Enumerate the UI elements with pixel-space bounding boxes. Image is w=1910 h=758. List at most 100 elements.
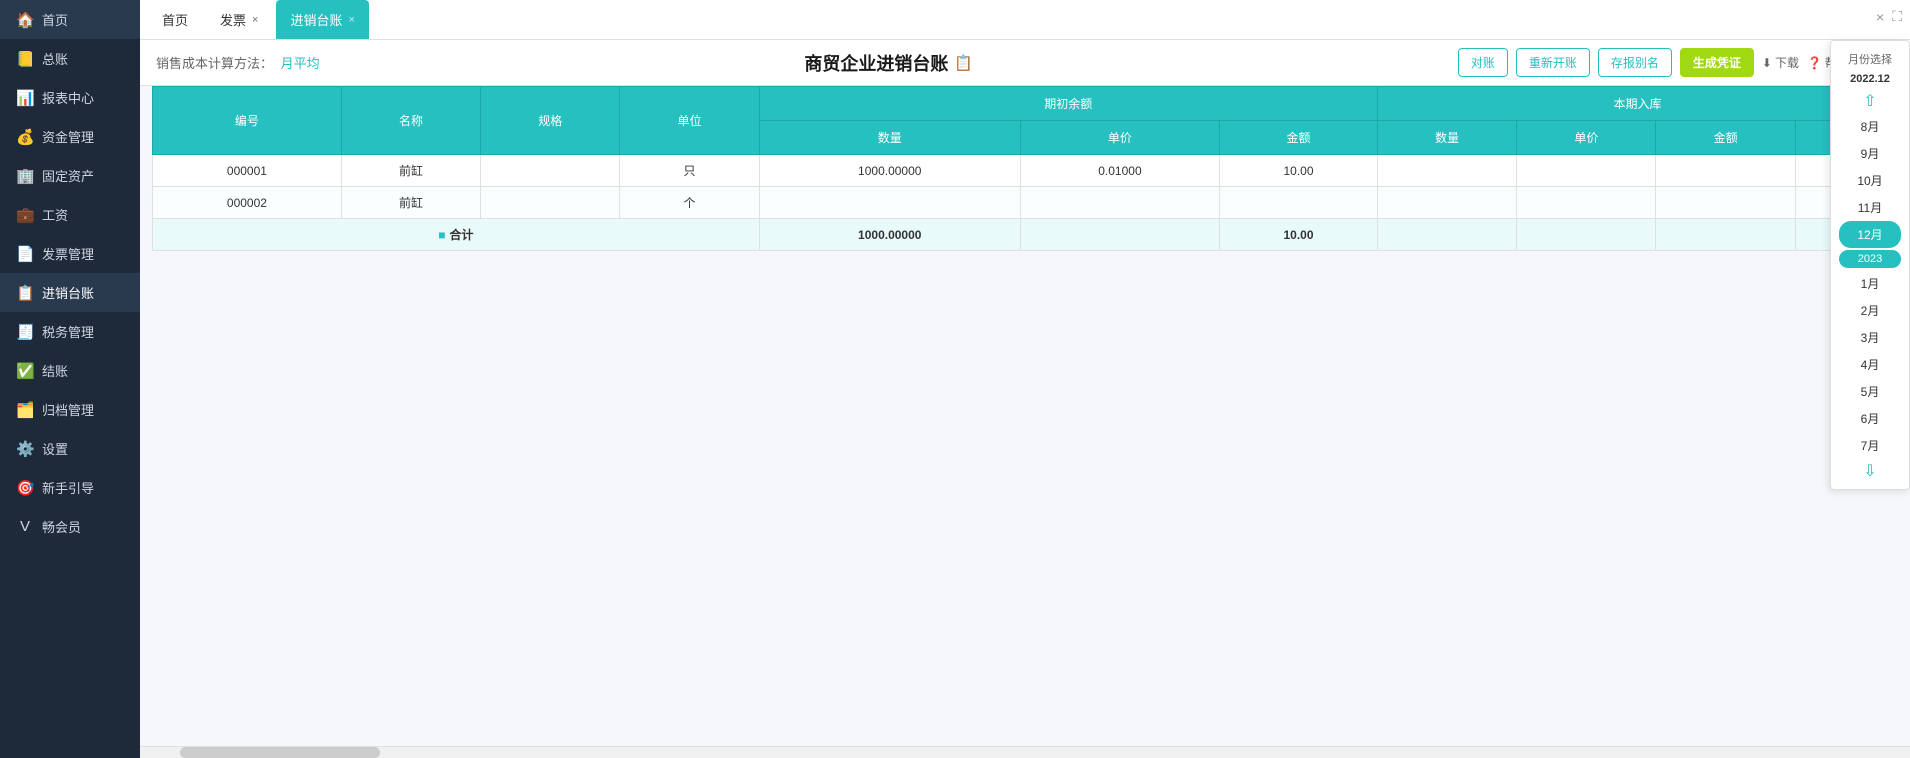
reconcile-button[interactable]: 对账 xyxy=(1458,48,1508,77)
sidebar-label-archive: 归档管理 xyxy=(42,400,94,419)
sidebar-item-home[interactable]: 🏠 首页 xyxy=(0,0,140,39)
info-icon[interactable]: 📋 xyxy=(954,54,973,72)
month-5[interactable]: 5月 xyxy=(1831,378,1909,405)
reopen-button[interactable]: 重新开账 xyxy=(1516,48,1590,77)
sidebar-item-ledger[interactable]: 📒 总账 xyxy=(0,39,140,78)
col-group-opening: 期初余额 xyxy=(759,87,1377,121)
purchase-sales-icon: 📋 xyxy=(16,284,34,302)
tab-home[interactable]: 首页 xyxy=(148,0,202,39)
sidebar-item-assets[interactable]: 🏢 固定资产 xyxy=(0,156,140,195)
cell-spec xyxy=(481,155,620,187)
horizontal-scrollbar[interactable] xyxy=(140,746,1910,758)
sidebar-item-invoice-mgmt[interactable]: 📄 发票管理 xyxy=(0,234,140,273)
month-10[interactable]: 10月 xyxy=(1831,167,1909,194)
month-6[interactable]: 6月 xyxy=(1831,405,1909,432)
total-row: ■合计 1000.00000 10.00 xyxy=(153,219,1898,251)
cell-in-amount xyxy=(1656,187,1795,219)
month-8[interactable]: 8月 xyxy=(1831,113,1909,140)
sidebar-item-closing[interactable]: ✅ 结账 xyxy=(0,351,140,390)
fullscreen-button[interactable]: ⛶ xyxy=(1892,8,1902,25)
col-opening-price: 单价 xyxy=(1020,121,1219,155)
cell-unit: 个 xyxy=(620,187,759,219)
cell-spec xyxy=(481,187,620,219)
table-container[interactable]: 编号 名称 规格 单位 期初余额 本期入库 数量 单价 金额 数量 单价 金额 xyxy=(140,86,1910,746)
sidebar-item-settings[interactable]: ⚙️ 设置 xyxy=(0,429,140,468)
table-row: 000002 前缸 个 xyxy=(153,187,1898,219)
sidebar-item-finance[interactable]: 💰 资金管理 xyxy=(0,117,140,156)
cost-method-section: 销售成本计算方法： 月平均 xyxy=(156,53,320,72)
col-in-qty: 数量 xyxy=(1377,121,1516,155)
month-12[interactable]: 12月 xyxy=(1839,221,1901,248)
cell-id: 000001 xyxy=(153,155,342,187)
sidebar-label-invoice-mgmt: 发票管理 xyxy=(42,244,94,263)
invoice-mgmt-icon: 📄 xyxy=(16,245,34,263)
year-2023-badge: 2023 xyxy=(1839,250,1901,268)
cell-unit: 只 xyxy=(620,155,759,187)
sidebar-item-salary[interactable]: 💼 工资 xyxy=(0,195,140,234)
sidebar-item-guide[interactable]: 🎯 新手引导 xyxy=(0,468,140,507)
tabs-bar: 首页 发票 × 进销台账 × xyxy=(140,0,1910,40)
member-icon: V xyxy=(16,518,34,535)
month-4[interactable]: 4月 xyxy=(1831,351,1909,378)
sidebar-label-assets: 固定资产 xyxy=(42,166,94,185)
cell-opening-price: 0.01000 xyxy=(1020,155,1219,187)
sidebar-label-tax: 税务管理 xyxy=(42,322,94,341)
cell-opening-qty xyxy=(759,187,1020,219)
tab-purchase-sales-label: 进销台账 xyxy=(290,10,342,29)
cost-method-value: 月平均 xyxy=(281,56,320,71)
month-9[interactable]: 9月 xyxy=(1831,140,1909,167)
guide-icon: 🎯 xyxy=(16,479,34,497)
sidebar-label-finance: 资金管理 xyxy=(42,127,94,146)
col-in-amount: 金额 xyxy=(1656,121,1795,155)
total-in-price xyxy=(1517,219,1656,251)
sidebar-item-tax[interactable]: 🧾 税务管理 xyxy=(0,312,140,351)
generate-voucher-button[interactable]: 生成凭证 xyxy=(1680,48,1754,77)
cell-in-price xyxy=(1517,155,1656,187)
cost-method-label: 销售成本计算方法： xyxy=(156,56,273,71)
sidebar-label-guide: 新手引导 xyxy=(42,478,94,497)
cell-id: 000002 xyxy=(153,187,342,219)
scroll-down-button[interactable]: ⇩ xyxy=(1831,459,1909,483)
month-1[interactable]: 1月 xyxy=(1831,270,1909,297)
month-panel-title: 月份选择 xyxy=(1831,47,1909,71)
scroll-thumb[interactable] xyxy=(180,747,380,758)
archive-icon: 🗂️ xyxy=(16,401,34,419)
tab-invoice-close[interactable]: × xyxy=(252,14,258,26)
settings-icon: ⚙️ xyxy=(16,440,34,458)
cell-in-price xyxy=(1517,187,1656,219)
tab-purchase-sales-close[interactable]: × xyxy=(348,14,354,26)
tab-invoice[interactable]: 发票 × xyxy=(206,0,272,39)
month-3[interactable]: 3月 xyxy=(1831,324,1909,351)
cell-in-amount xyxy=(1656,155,1795,187)
table-row: 000001 前缸 只 1000.00000 0.01000 10.00 xyxy=(153,155,1898,187)
col-in-price: 单价 xyxy=(1517,121,1656,155)
download-button[interactable]: ⬇ 下载 xyxy=(1762,54,1799,71)
salary-icon: 💼 xyxy=(16,206,34,224)
month-7[interactable]: 7月 xyxy=(1831,432,1909,459)
close-window-button[interactable]: × xyxy=(1876,8,1884,25)
sidebar-item-reports[interactable]: 📊 报表中心 xyxy=(0,78,140,117)
main-container: × ⛶ 首页 发票 × 进销台账 × 销售成本计算方法： 月平均 商贸企业进销台… xyxy=(140,0,1910,758)
month-11[interactable]: 11月 xyxy=(1831,194,1909,221)
sidebar-item-member[interactable]: V 畅会员 xyxy=(0,507,140,546)
page-title: 商贸企业进销台账 xyxy=(804,50,948,76)
col-header-name: 名称 xyxy=(341,87,480,155)
col-group-inbound: 本期入库 xyxy=(1377,87,1897,121)
month-2[interactable]: 2月 xyxy=(1831,297,1909,324)
tab-home-label: 首页 xyxy=(162,10,188,29)
cell-name: 前缸 xyxy=(341,155,480,187)
cell-in-qty xyxy=(1377,155,1516,187)
download-icon: ⬇ xyxy=(1762,56,1772,70)
col-header-spec: 规格 xyxy=(481,87,620,155)
ledger-icon: 📒 xyxy=(16,50,34,68)
cell-opening-amount xyxy=(1220,187,1378,219)
tab-purchase-sales[interactable]: 进销台账 × xyxy=(276,0,368,39)
save-as-button[interactable]: 存报别名 xyxy=(1598,48,1672,77)
scroll-up-button[interactable]: ⇧ xyxy=(1831,89,1909,113)
col-header-id: 编号 xyxy=(153,87,342,155)
sidebar-item-archive[interactable]: 🗂️ 归档管理 xyxy=(0,390,140,429)
sidebar-label-salary: 工资 xyxy=(42,205,68,224)
sidebar-item-purchase-sales[interactable]: 📋 进销台账 xyxy=(0,273,140,312)
cell-name: 前缸 xyxy=(341,187,480,219)
col-opening-qty: 数量 xyxy=(759,121,1020,155)
